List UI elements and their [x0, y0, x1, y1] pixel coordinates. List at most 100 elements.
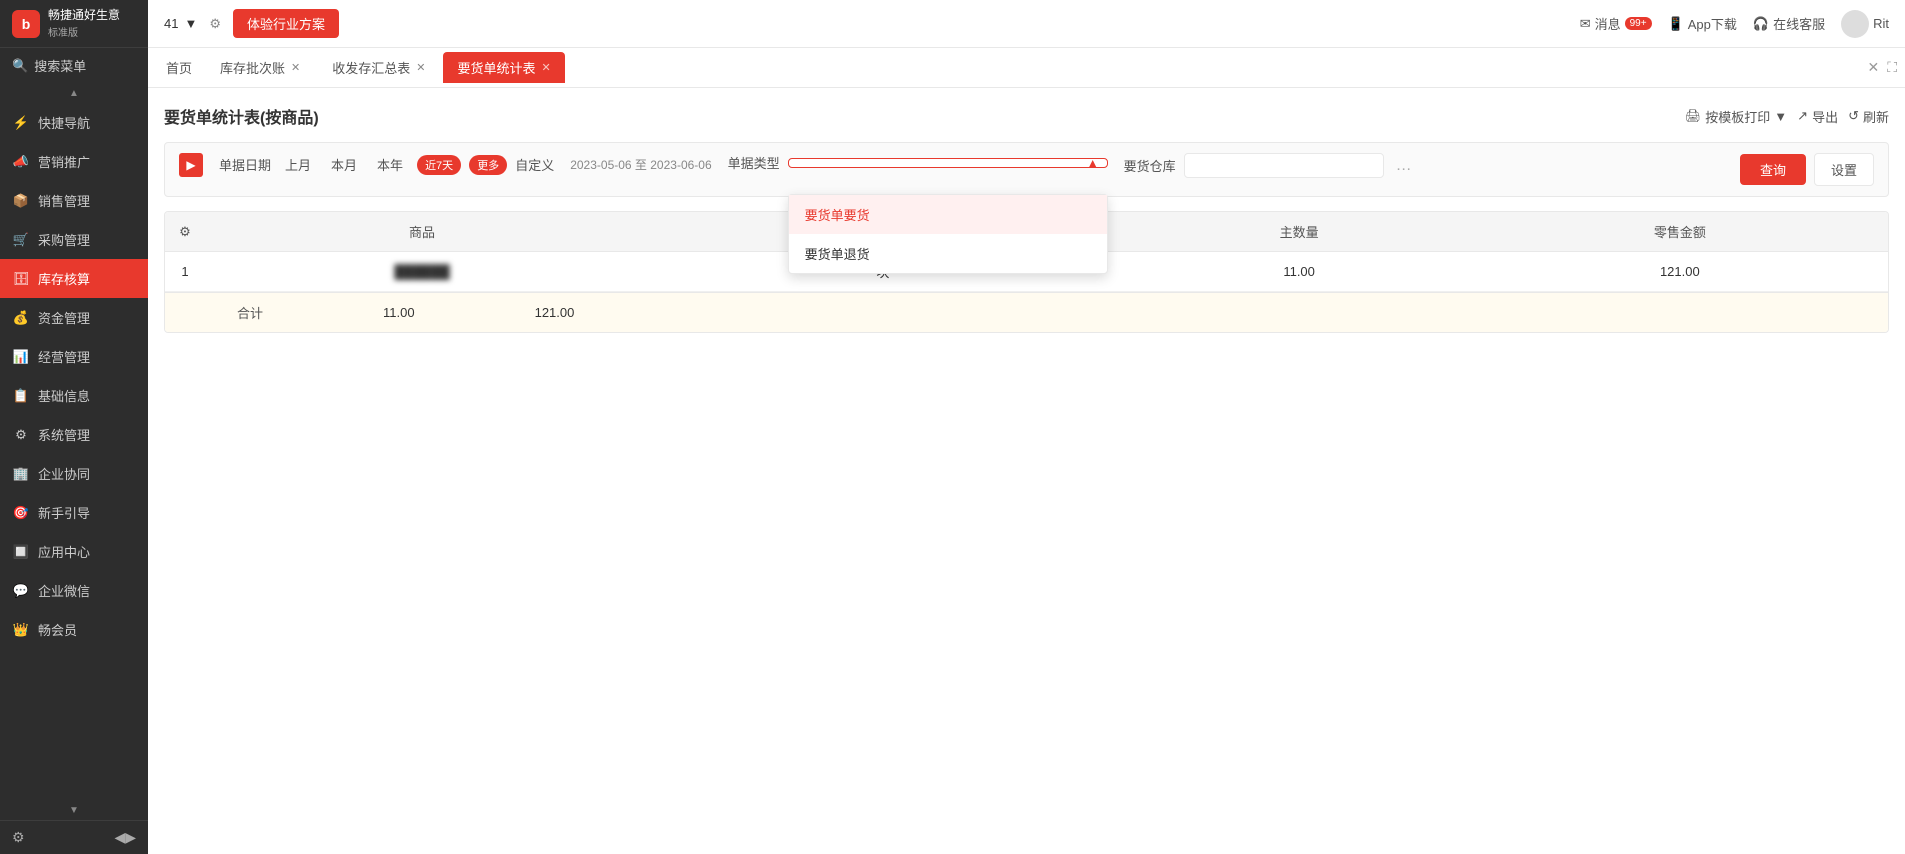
sidebar-scroll-up[interactable]: ▲ — [0, 83, 148, 103]
inventory-icon: 🗄 — [12, 271, 30, 287]
trial-button[interactable]: 体验行业方案 — [233, 9, 339, 38]
purchase-icon: 🛒 — [12, 232, 30, 248]
settings-icon[interactable]: ⚙ — [12, 829, 25, 846]
warehouse-filter-input[interactable] — [1184, 153, 1384, 178]
dropdown-option-requisition[interactable]: 要货单要货 — [789, 195, 1107, 234]
page-content: 要货单统计表(按商品) 🖨 按模板打印 ▼ ↗ 导出 ↺ 刷新 — [148, 88, 1905, 854]
date-this-month[interactable]: 本月 — [325, 153, 363, 176]
print-btn[interactable]: 🖨 按模板打印 ▼ — [1685, 107, 1787, 126]
tab-home[interactable]: 首页 — [156, 52, 202, 83]
top-header: 41 ▼ ⚙ 体验行业方案 ✉ 消息 99+ 📱 App下载 🎧 在线客服 R — [148, 0, 1905, 48]
table-footer: 合计 11.00 121.00 — [165, 292, 1888, 332]
sidebar-item-purchase[interactable]: 🛒 采购管理 — [0, 220, 148, 259]
sidebar-item-label: 资金管理 — [38, 308, 90, 327]
sidebar-item-member[interactable]: 👑 畅会员 — [0, 610, 148, 649]
sidebar-item-wechat[interactable]: 💬 企业微信 — [0, 571, 148, 610]
cell-quantity: 11.00 — [1127, 252, 1472, 292]
col-amount-header: 零售金额 — [1472, 212, 1888, 252]
tab-label: 收发存汇总表 — [332, 58, 410, 77]
store-select-chevron: ▼ — [184, 16, 197, 31]
sidebar-item-sales[interactable]: 📦 销售管理 — [0, 181, 148, 220]
date-custom[interactable]: 自定义 — [515, 155, 554, 174]
query-button[interactable]: 查询 — [1740, 154, 1806, 185]
sidebar-nav: ⚡ 快捷导航 📣 营销推广 📦 销售管理 🛒 采购管理 🗄 库存核算 💰 资金管… — [0, 103, 148, 800]
collapse-icon[interactable]: ◀▶ — [114, 829, 136, 846]
app-logo: b 畅捷通好生意 标准版 — [0, 0, 148, 48]
sidebar-item-guide[interactable]: 🎯 新手引导 — [0, 493, 148, 532]
sidebar-item-label: 营销推广 — [38, 152, 90, 171]
sidebar-item-label: 经营管理 — [38, 347, 90, 366]
message-icon: ✉ — [1580, 16, 1591, 32]
type-filter-dropdown[interactable]: ▲ — [788, 158, 1108, 168]
sidebar-item-system[interactable]: ⚙ 系统管理 — [0, 415, 148, 454]
user-profile[interactable]: Rit — [1841, 10, 1889, 38]
date-filter-label: 单据日期 — [219, 155, 271, 174]
col-product-header: 商品 — [205, 212, 639, 252]
dropdown-option-return[interactable]: 要货单退货 — [789, 234, 1107, 273]
online-service[interactable]: 🎧 在线客服 — [1753, 14, 1825, 33]
printer-icon: 🖨 — [1685, 108, 1702, 124]
tab-bar-right: ✕ ⛶ — [1867, 59, 1897, 76]
tab-requisition-stats[interactable]: 要货单统计表 ✕ — [443, 52, 564, 83]
sidebar-item-enterprise[interactable]: 🏢 企业协同 — [0, 454, 148, 493]
message-badge[interactable]: ✉ 消息 99+ — [1580, 14, 1652, 33]
service-icon: 🎧 — [1753, 16, 1769, 32]
app-download-label: App下载 — [1688, 14, 1737, 33]
date-recent-7days[interactable]: 近7天 — [417, 155, 461, 175]
page-inner: 要货单统计表(按商品) 🖨 按模板打印 ▼ ↗ 导出 ↺ 刷新 — [148, 88, 1905, 854]
warehouse-filter-label: 要货仓库 — [1124, 156, 1176, 175]
tab-label: 要货单统计表 — [457, 58, 535, 77]
header-right: ✉ 消息 99+ 📱 App下载 🎧 在线客服 Rit — [1580, 10, 1889, 38]
refresh-icon: ↺ — [1848, 108, 1859, 124]
message-label: 消息 — [1595, 14, 1621, 33]
cell-amount: 121.00 — [1472, 252, 1888, 292]
app-download[interactable]: 📱 App下载 — [1668, 14, 1737, 33]
col-quantity-header: 主数量 — [1127, 212, 1472, 252]
sidebar-scroll-down[interactable]: ▼ — [0, 800, 148, 820]
user-name: Rit — [1873, 16, 1889, 31]
tab-inventory-batch[interactable]: 库存批次账 ✕ — [206, 52, 314, 83]
tab-label: 库存批次账 — [220, 58, 285, 77]
sidebar-item-appstore[interactable]: 🔲 应用中心 — [0, 532, 148, 571]
sidebar-item-quick-nav[interactable]: ⚡ 快捷导航 — [0, 103, 148, 142]
date-this-year[interactable]: 本年 — [371, 153, 409, 176]
sidebar-item-label: 企业协同 — [38, 464, 90, 483]
user-avatar — [1841, 10, 1869, 38]
date-more-badge[interactable]: 更多 — [469, 155, 507, 175]
setting-button[interactable]: 设置 — [1814, 153, 1874, 186]
sales-icon: 📦 — [12, 193, 30, 209]
tab-expand-icon[interactable]: ⛶ — [1887, 59, 1897, 76]
sidebar-item-marketing[interactable]: 📣 营销推广 — [0, 142, 148, 181]
logo-app-name: 畅捷通好生意 — [48, 8, 120, 24]
tab-close-icon[interactable]: ✕ — [416, 61, 425, 74]
refresh-btn[interactable]: ↺ 刷新 — [1848, 107, 1889, 126]
col-settings-header[interactable]: ⚙ — [165, 212, 205, 252]
store-select[interactable]: 41 ▼ — [164, 16, 197, 31]
tab-receive-summary[interactable]: 收发存汇总表 ✕ — [318, 52, 439, 83]
online-service-label: 在线客服 — [1773, 14, 1825, 33]
export-icon: ↗ — [1797, 108, 1808, 124]
export-btn[interactable]: ↗ 导出 — [1797, 107, 1838, 126]
tab-close-icon[interactable]: ✕ — [291, 61, 300, 74]
sidebar-item-inventory[interactable]: 🗄 库存核算 — [0, 259, 148, 298]
date-range-text: 2023-05-06 至 2023-06-06 — [570, 156, 711, 173]
date-last-month[interactable]: 上月 — [279, 153, 317, 176]
tab-close-all-icon[interactable]: ✕ — [1867, 59, 1879, 76]
filter-toggle-button[interactable]: ▶ — [179, 153, 203, 177]
sidebar-search[interactable]: 🔍 搜索菜单 — [0, 48, 148, 83]
type-dropdown-menu: 要货单要货 要货单退货 — [788, 194, 1108, 274]
enterprise-icon: 🏢 — [12, 466, 30, 482]
warehouse-more-icon[interactable]: … — [1396, 157, 1412, 175]
type-filter-group: 单据类型 ▲ 要货单要货 要货单退货 — [728, 153, 1108, 172]
header-left: 41 ▼ ⚙ 体验行业方案 — [164, 9, 339, 38]
table-settings-icon: ⚙ — [179, 224, 191, 239]
sidebar-item-basic[interactable]: 📋 基础信息 — [0, 376, 148, 415]
sidebar-item-finance[interactable]: 💰 资金管理 — [0, 298, 148, 337]
settings-gear-icon[interactable]: ⚙ — [209, 16, 221, 32]
quick-nav-icon: ⚡ — [12, 115, 30, 131]
sidebar-item-operation[interactable]: 📊 经营管理 — [0, 337, 148, 376]
tab-close-icon[interactable]: ✕ — [542, 61, 551, 74]
appstore-icon: 🔲 — [12, 544, 30, 560]
tab-bar: 首页 库存批次账 ✕ 收发存汇总表 ✕ 要货单统计表 ✕ ✕ ⛶ — [148, 48, 1905, 88]
sidebar-item-label: 采购管理 — [38, 230, 90, 249]
